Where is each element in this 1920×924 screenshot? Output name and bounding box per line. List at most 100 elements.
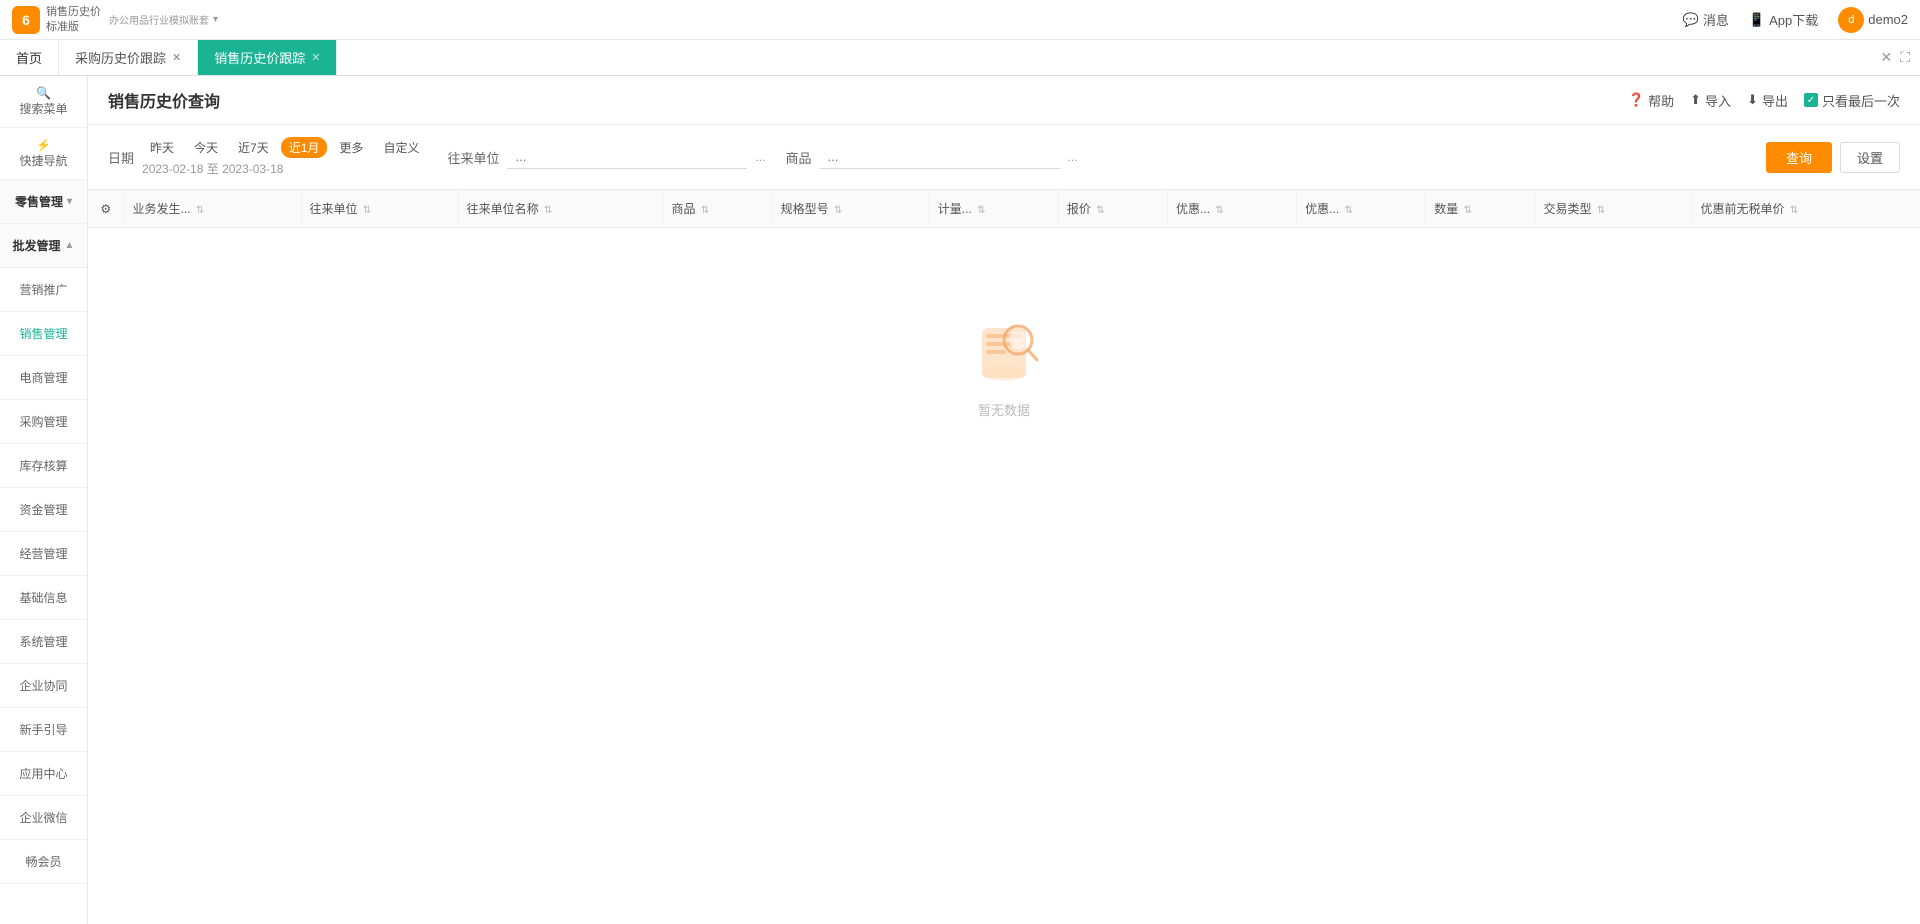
sidebar-item-inventory[interactable]: 库存核算	[0, 444, 87, 488]
table-col-price[interactable]: 报价 ⇅	[1058, 190, 1167, 228]
content-area: 销售历史价查询 ❓ 帮助 ⬆ 导入 ⬇ 导出 ✓ 只看最后一次	[88, 76, 1920, 924]
table-col-discount1[interactable]: 优惠... ⇅	[1168, 190, 1297, 228]
empty-icon	[964, 308, 1044, 388]
close-all-tabs-button[interactable]: ✕	[1880, 49, 1892, 66]
date-btn-more[interactable]: 更多	[331, 137, 371, 158]
filter-bar: 日期 昨天 今天 近7天 近1月 更多 自定义 2023-02-18 至 202…	[88, 125, 1920, 190]
main-layout: 🔍 搜索菜单 ⚡ 快捷导航 零售管理 ▾ 批发管理 ▲ 营销推广 销售管理 电商…	[0, 76, 1920, 924]
partner-filter-group: 往来单位 ...	[447, 145, 765, 169]
page-title: 销售历史价查询	[108, 88, 220, 112]
sidebar-item-purchase-mgmt[interactable]: 采购管理	[0, 400, 87, 444]
search-menu-icon: 🔍	[36, 86, 51, 100]
table-col-biz-date[interactable]: 业务发生... ⇅	[124, 190, 301, 228]
sidebar-item-enterprise-collab[interactable]: 企业协同	[0, 664, 87, 708]
empty-state: 暂无数据	[88, 228, 1920, 499]
tab-home[interactable]: 首页	[0, 40, 59, 75]
sidebar-item-basic-info[interactable]: 基础信息	[0, 576, 87, 620]
sort-icon: ⇅	[1215, 205, 1223, 216]
empty-text: 暂无数据	[978, 400, 1030, 419]
page-actions: ❓ 帮助 ⬆ 导入 ⬇ 导出 ✓ 只看最后一次	[1628, 91, 1900, 110]
table-col-partner-name[interactable]: 往来单位名称 ⇅	[458, 190, 663, 228]
maximize-button[interactable]: ⛶	[1900, 49, 1910, 66]
message-button[interactable]: 💬 消息	[1683, 10, 1729, 29]
partner-filter-label: 往来单位	[447, 148, 499, 167]
date-btn-last1month[interactable]: 近1月	[281, 137, 328, 158]
data-table: ⚙ 业务发生... ⇅ 往来单位 ⇅ 往来单位名称 ⇅	[88, 190, 1920, 228]
table-col-quantity[interactable]: 数量 ⇅	[1426, 190, 1535, 228]
date-btn-custom[interactable]: 自定义	[375, 137, 427, 158]
date-buttons: 昨天 今天 近7天 近1月 更多 自定义	[142, 137, 427, 158]
tab-sales-history[interactable]: 销售历史价跟踪 ✕	[198, 40, 337, 75]
logo-area: 6 销售历史价 标准版	[12, 5, 101, 34]
settings-button[interactable]: 设置	[1840, 142, 1900, 173]
sidebar-item-app-center[interactable]: 应用中心	[0, 752, 87, 796]
table-col-unit[interactable]: 计量... ⇅	[929, 190, 1058, 228]
table-col-gear[interactable]: ⚙	[88, 190, 124, 228]
sidebar-item-newbie-guide[interactable]: 新手引导	[0, 708, 87, 752]
sidebar-item-finance-mgmt[interactable]: 资金管理	[0, 488, 87, 532]
product-filter-dots[interactable]: ...	[1068, 150, 1078, 164]
partner-filter-dots[interactable]: ...	[755, 150, 765, 164]
date-btn-yesterday[interactable]: 昨天	[142, 137, 182, 158]
date-filter-label: 日期	[108, 148, 134, 167]
sort-icon: ⇅	[834, 205, 842, 216]
app-download-button[interactable]: 📱 App下载	[1749, 10, 1818, 29]
table-col-spec[interactable]: 规格型号 ⇅	[772, 190, 929, 228]
export-icon: ⬇	[1747, 92, 1758, 108]
user-profile[interactable]: d demo2	[1838, 7, 1908, 33]
table-col-discount2[interactable]: 优惠... ⇅	[1297, 190, 1426, 228]
sidebar-item-enterprise-wechat[interactable]: 企业微信	[0, 796, 87, 840]
date-filter-group: 日期 昨天 今天 近7天 近1月 更多 自定义 2023-02-18 至 202…	[108, 137, 427, 177]
account-selector[interactable]: 办公用品行业模拟账套 ▾	[109, 12, 218, 27]
avatar: d	[1838, 7, 1864, 33]
table-col-trade-type[interactable]: 交易类型 ⇅	[1535, 190, 1692, 228]
sidebar-item-ops-mgmt[interactable]: 经营管理	[0, 532, 87, 576]
table-container: ⚙ 业务发生... ⇅ 往来单位 ⇅ 往来单位名称 ⇅	[88, 190, 1920, 924]
tab-purchase-history[interactable]: 采购历史价跟踪 ✕	[59, 40, 198, 75]
sidebar-item-search-menu[interactable]: 🔍 搜索菜单	[0, 76, 87, 128]
product-filter-label: 商品	[785, 148, 811, 167]
only-last-checkbox[interactable]: ✓	[1804, 93, 1818, 107]
import-icon: ⬆	[1690, 92, 1701, 108]
help-button[interactable]: ❓ 帮助	[1628, 91, 1674, 110]
sort-icon: ⇅	[1597, 205, 1605, 216]
query-button[interactable]: 查询	[1766, 142, 1832, 173]
partner-filter-input[interactable]	[507, 145, 747, 169]
close-sales-history-tab[interactable]: ✕	[311, 51, 320, 64]
date-btn-today[interactable]: 今天	[186, 137, 226, 158]
close-purchase-history-tab[interactable]: ✕	[172, 51, 181, 64]
sidebar: 🔍 搜索菜单 ⚡ 快捷导航 零售管理 ▾ 批发管理 ▲ 营销推广 销售管理 电商…	[0, 76, 88, 924]
export-button[interactable]: ⬇ 导出	[1747, 91, 1788, 110]
date-range-display: 2023-02-18 至 2023-03-18	[142, 160, 427, 177]
product-filter-input[interactable]	[820, 145, 1060, 169]
import-button[interactable]: ⬆ 导入	[1690, 91, 1731, 110]
sort-icon: ⇅	[1790, 205, 1798, 216]
date-btn-last7days[interactable]: 近7天	[230, 137, 277, 158]
sort-icon: ⇅	[977, 205, 985, 216]
sidebar-item-wholesale-mgmt[interactable]: 批发管理 ▲	[0, 224, 87, 268]
sidebar-item-member[interactable]: 畅会员	[0, 840, 87, 884]
logo-text: 销售历史价 标准版	[46, 5, 101, 34]
tabbar-actions: ✕ ⛶	[1870, 40, 1920, 75]
sort-icon: ⇅	[701, 205, 709, 216]
table-col-pretax-price[interactable]: 优惠前无税单价 ⇅	[1692, 190, 1920, 228]
page-header: 销售历史价查询 ❓ 帮助 ⬆ 导入 ⬇ 导出 ✓ 只看最后一次	[88, 76, 1920, 125]
sidebar-item-quick-nav[interactable]: ⚡ 快捷导航	[0, 128, 87, 180]
sort-icon: ⇅	[1096, 205, 1104, 216]
sidebar-item-system-mgmt[interactable]: 系统管理	[0, 620, 87, 664]
sidebar-item-marketing[interactable]: 营销推广	[0, 268, 87, 312]
logo-icon: 6	[12, 6, 40, 34]
sidebar-item-sales-mgmt[interactable]: 销售管理	[0, 312, 87, 356]
table-col-partner-code[interactable]: 往来单位 ⇅	[301, 190, 458, 228]
only-last-checkbox-group[interactable]: ✓ 只看最后一次	[1804, 91, 1900, 110]
sidebar-item-retail-mgmt[interactable]: 零售管理 ▾	[0, 180, 87, 224]
chevron-up-icon: ▲	[65, 240, 75, 251]
sidebar-item-ecommerce-mgmt[interactable]: 电商管理	[0, 356, 87, 400]
chevron-down-icon: ▾	[67, 196, 72, 207]
sort-icon: ⇅	[363, 205, 371, 216]
help-icon: ❓	[1628, 92, 1644, 108]
app-download-icon: 📱	[1749, 12, 1765, 28]
table-col-product[interactable]: 商品 ⇅	[663, 190, 772, 228]
topbar-right: 💬 消息 📱 App下载 d demo2	[1683, 7, 1908, 33]
topbar-left: 6 销售历史价 标准版 办公用品行业模拟账套 ▾	[12, 5, 218, 34]
